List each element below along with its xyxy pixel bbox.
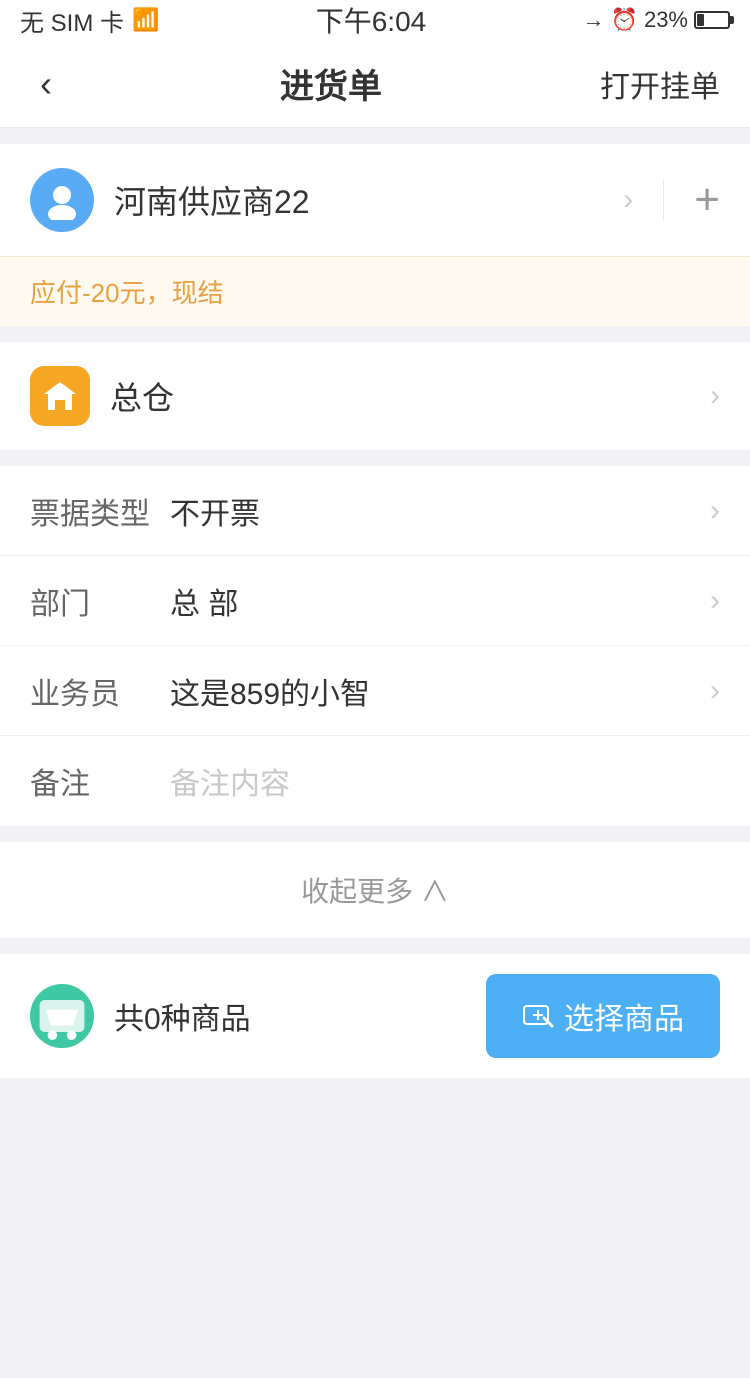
warehouse-house-icon: [42, 378, 78, 414]
supplier-avatar: [30, 168, 94, 232]
product-count-text: 共0种商品: [114, 994, 466, 1038]
warehouse-name: 总仓: [110, 373, 710, 419]
warehouse-icon: [30, 366, 90, 426]
product-icon: [30, 984, 94, 1048]
section-gap-1: [0, 128, 750, 144]
battery-icon: [694, 11, 730, 29]
no-sim-text: 无 SIM 卡: [20, 3, 124, 38]
page-title: 进货单: [280, 59, 382, 108]
invoice-type-chevron-icon: ›: [710, 494, 720, 528]
department-row[interactable]: 部门 总 部 ›: [0, 556, 750, 646]
invoice-type-label: 票据类型: [30, 489, 170, 533]
status-bar: 无 SIM 卡 📶 下午6:04 → ⏰ 23%: [0, 0, 750, 40]
select-product-icon: [522, 1000, 554, 1032]
rest-background: [0, 1078, 750, 1378]
back-button[interactable]: ‹: [30, 53, 62, 115]
warehouse-section[interactable]: 总仓 ›: [0, 342, 750, 450]
nav-bar: ‹ 进货单 打开挂单: [0, 40, 750, 128]
salesperson-value: 这是859的小智: [170, 669, 710, 713]
form-section: 票据类型 不开票 › 部门 总 部 › 业务员 这是859的小智 › 备注 备注…: [0, 466, 750, 826]
supplier-chevron-icon: ›: [623, 183, 633, 217]
product-cart-icon: [30, 984, 94, 1048]
collapse-label: 收起更多 ∧: [301, 870, 449, 910]
invoice-type-row[interactable]: 票据类型 不开票 ›: [0, 466, 750, 556]
battery-percent: 23%: [644, 7, 688, 33]
remark-row[interactable]: 备注 备注内容: [0, 736, 750, 826]
status-left: 无 SIM 卡 📶: [20, 3, 159, 38]
bottom-bar: 共0种商品 选择商品: [0, 954, 750, 1078]
collapse-button[interactable]: 收起更多 ∧: [0, 842, 750, 938]
salesperson-label: 业务员: [30, 669, 170, 713]
select-product-button[interactable]: 选择商品: [486, 974, 720, 1058]
department-value: 总 部: [170, 579, 710, 623]
salesperson-row[interactable]: 业务员 这是859的小智 ›: [0, 646, 750, 736]
supplier-avatar-icon: [42, 180, 82, 220]
supplier-divider: [663, 180, 664, 220]
wifi-icon: 📶: [132, 7, 159, 33]
alarm-icon: ⏰: [611, 7, 638, 33]
remark-label: 备注: [30, 759, 170, 803]
open-pending-button[interactable]: 打开挂单: [600, 62, 720, 106]
add-supplier-button[interactable]: +: [694, 175, 720, 225]
salesperson-chevron-icon: ›: [710, 674, 720, 708]
supplier-name: 河南供应商22: [114, 177, 623, 223]
department-chevron-icon: ›: [710, 584, 720, 618]
select-product-label: 选择商品: [564, 994, 684, 1038]
department-label: 部门: [30, 579, 170, 623]
remark-input[interactable]: 备注内容: [170, 759, 720, 803]
status-time: 下午6:04: [316, 0, 427, 40]
notice-banner: 应付-20元，现结: [0, 256, 750, 326]
location-icon: →: [583, 7, 605, 33]
warehouse-chevron-icon: ›: [710, 379, 720, 413]
status-right: → ⏰ 23%: [583, 7, 730, 33]
supplier-section[interactable]: 河南供应商22 › +: [0, 144, 750, 256]
invoice-type-value: 不开票: [170, 489, 710, 533]
